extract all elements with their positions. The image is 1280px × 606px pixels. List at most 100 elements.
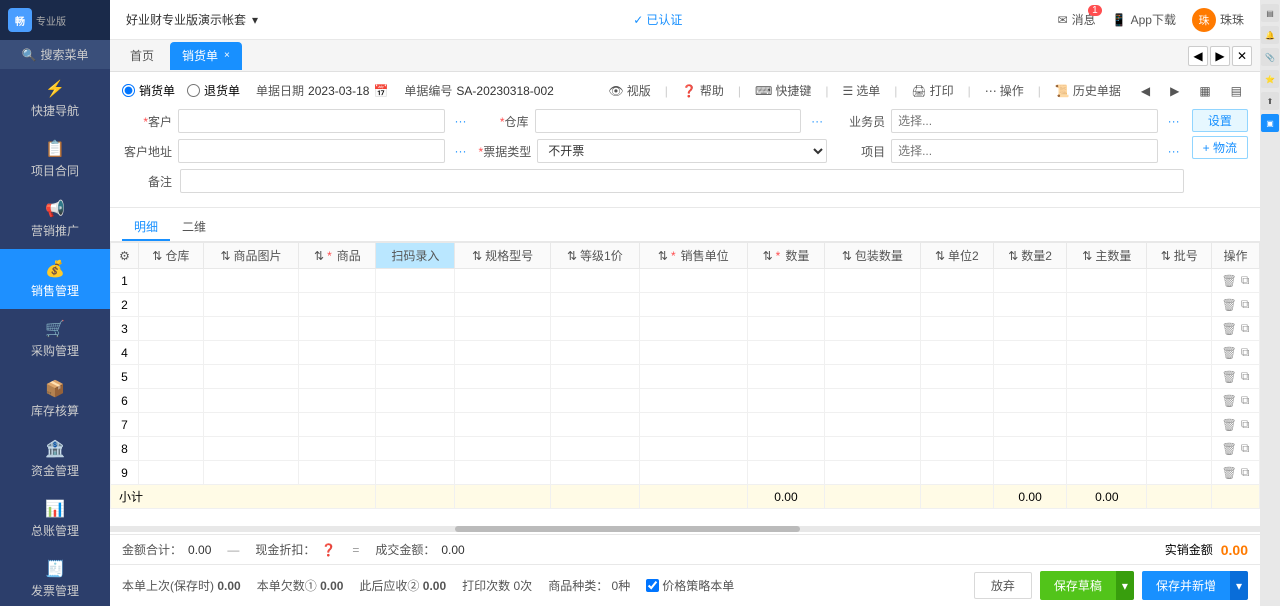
calendar-icon[interactable]: 📅: [373, 84, 388, 98]
copy-icon[interactable]: ⧉: [1241, 297, 1250, 312]
cell[interactable]: [139, 437, 204, 461]
cell[interactable]: [455, 269, 551, 293]
cell[interactable]: [376, 341, 455, 365]
cell[interactable]: [993, 365, 1066, 389]
cell[interactable]: [203, 341, 299, 365]
sidebar-item-marketing[interactable]: 📢 营销推广: [0, 189, 110, 249]
sidebar-item-quick-nav[interactable]: ⚡ 快捷导航: [0, 69, 110, 129]
project-input[interactable]: [891, 139, 1158, 163]
save-new-arrow-button[interactable]: ▾: [1230, 571, 1248, 600]
th-settings[interactable]: ⚙: [111, 243, 139, 269]
cell[interactable]: [993, 317, 1066, 341]
cell[interactable]: [639, 389, 747, 413]
cell[interactable]: [550, 341, 639, 365]
cell[interactable]: [376, 293, 455, 317]
toolbar-next[interactable]: ▶: [1164, 82, 1185, 100]
tab-2d[interactable]: 二维: [170, 214, 218, 241]
price-policy-checkbox[interactable]: 价格策略本单: [646, 577, 734, 594]
right-panel-icon-4[interactable]: ⭐: [1261, 70, 1279, 88]
cell[interactable]: [1067, 365, 1147, 389]
cell[interactable]: [550, 413, 639, 437]
cell[interactable]: [747, 317, 824, 341]
cell[interactable]: [639, 341, 747, 365]
tab-sales-order[interactable]: 销货单 ×: [170, 42, 242, 70]
cell[interactable]: [825, 317, 921, 341]
cell[interactable]: [455, 293, 551, 317]
cell[interactable]: [376, 437, 455, 461]
address-picker-button[interactable]: ···: [451, 144, 471, 158]
scrollbar-thumb[interactable]: [455, 526, 800, 532]
right-panel-icon-1[interactable]: ▤: [1261, 4, 1279, 22]
cell[interactable]: [747, 413, 824, 437]
cell[interactable]: [993, 413, 1066, 437]
cell[interactable]: [825, 365, 921, 389]
cell[interactable]: [993, 341, 1066, 365]
cell[interactable]: [299, 413, 376, 437]
delete-icon[interactable]: 🗑: [1222, 442, 1237, 456]
cell[interactable]: [993, 461, 1066, 485]
cell[interactable]: [299, 293, 376, 317]
cell[interactable]: [376, 461, 455, 485]
cell[interactable]: [203, 413, 299, 437]
cell[interactable]: [1147, 317, 1212, 341]
delete-icon[interactable]: 🗑: [1222, 370, 1237, 384]
cell[interactable]: [139, 389, 204, 413]
right-panel-icon-5[interactable]: ⬆: [1261, 92, 1279, 110]
cell[interactable]: [139, 341, 204, 365]
cell[interactable]: [920, 317, 993, 341]
messages-button[interactable]: ✉ 1 消息: [1058, 11, 1096, 28]
delete-icon[interactable]: 🗑: [1222, 394, 1237, 408]
toolbar-view[interactable]: 👁 视版: [603, 80, 657, 101]
cell[interactable]: [825, 293, 921, 317]
sidebar-item-search[interactable]: 🔍 搜索菜单: [0, 40, 110, 69]
cell[interactable]: [550, 365, 639, 389]
cell[interactable]: [1067, 317, 1147, 341]
save-draft-arrow-button[interactable]: ▾: [1116, 571, 1134, 600]
toolbar-select[interactable]: ☰ 选单: [836, 80, 886, 101]
cell[interactable]: [376, 269, 455, 293]
tab-close-icon[interactable]: ×: [224, 50, 230, 61]
tab-detail[interactable]: 明细: [122, 214, 170, 241]
cell[interactable]: [299, 437, 376, 461]
right-panel-icon-2[interactable]: 🔔: [1261, 26, 1279, 44]
copy-icon[interactable]: ⧉: [1241, 369, 1250, 384]
cell[interactable]: [139, 365, 204, 389]
cell[interactable]: [1147, 269, 1212, 293]
cell[interactable]: [1147, 437, 1212, 461]
sidebar-item-sales[interactable]: 💰 销售管理: [0, 249, 110, 309]
cell[interactable]: [1147, 389, 1212, 413]
cell[interactable]: [550, 317, 639, 341]
cell[interactable]: [550, 437, 639, 461]
cell[interactable]: [825, 437, 921, 461]
cell[interactable]: [747, 437, 824, 461]
sale-radio-input[interactable]: [122, 84, 135, 97]
cell[interactable]: [139, 293, 204, 317]
project-picker-button[interactable]: ···: [1164, 144, 1184, 158]
cell[interactable]: [747, 365, 824, 389]
cell[interactable]: [639, 293, 747, 317]
sidebar-item-invoice[interactable]: 🧾 发票管理: [0, 549, 110, 606]
cell[interactable]: [139, 317, 204, 341]
cell[interactable]: [639, 365, 747, 389]
cell[interactable]: [203, 317, 299, 341]
cell[interactable]: [299, 389, 376, 413]
cell[interactable]: [639, 413, 747, 437]
delete-icon[interactable]: 🗑: [1222, 466, 1237, 480]
sidebar-item-purchase[interactable]: 🛒 采购管理: [0, 309, 110, 369]
toolbar-prev[interactable]: ◀: [1135, 82, 1156, 100]
cell[interactable]: [1067, 389, 1147, 413]
cell[interactable]: [299, 365, 376, 389]
cell[interactable]: [993, 269, 1066, 293]
cell[interactable]: [1147, 461, 1212, 485]
app-download-button[interactable]: 📱 App下载: [1112, 11, 1176, 28]
cell[interactable]: [639, 269, 747, 293]
cell[interactable]: [639, 437, 747, 461]
warehouse-picker-button[interactable]: ···: [807, 114, 827, 128]
cell[interactable]: [376, 389, 455, 413]
cell[interactable]: [825, 461, 921, 485]
cell[interactable]: [455, 413, 551, 437]
sidebar-item-inventory[interactable]: 📦 库存核算: [0, 369, 110, 429]
cell[interactable]: [747, 269, 824, 293]
copy-icon[interactable]: ⧉: [1241, 321, 1250, 336]
cell[interactable]: [1147, 293, 1212, 317]
